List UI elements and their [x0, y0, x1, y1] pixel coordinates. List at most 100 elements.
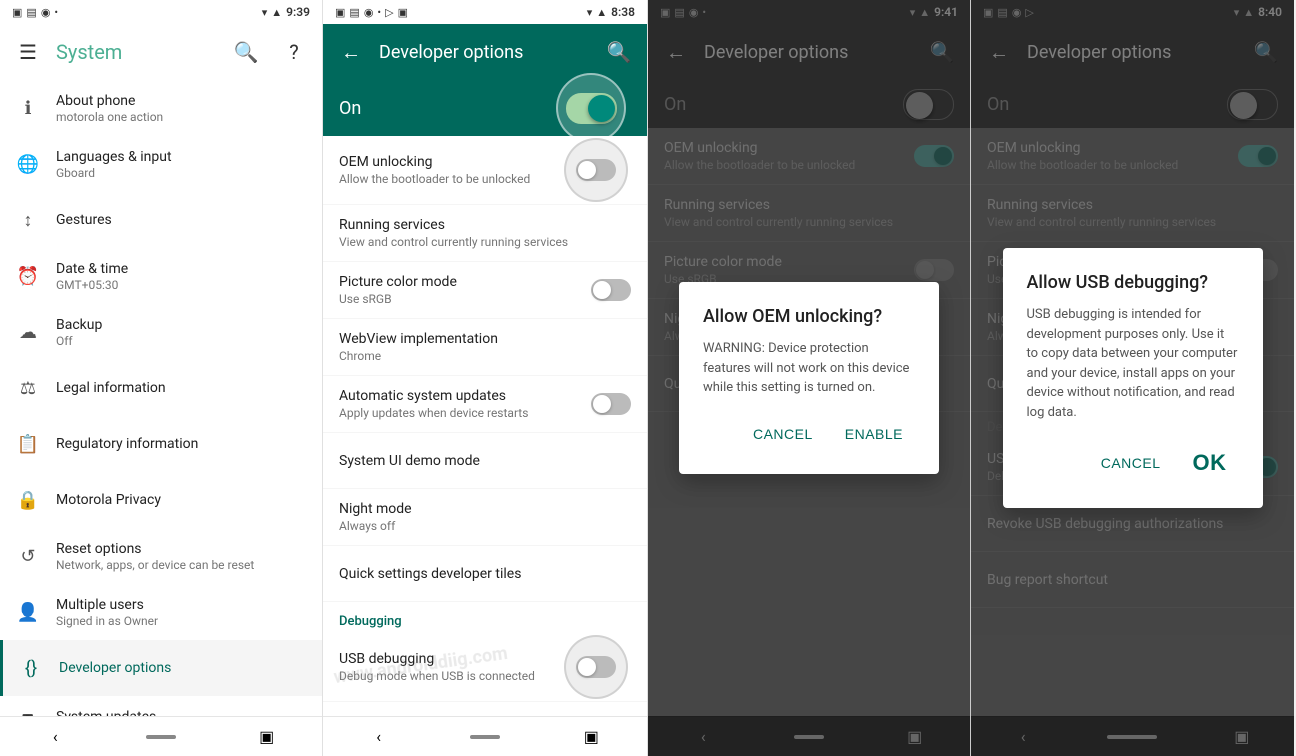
time-mid: 8:38	[611, 5, 635, 19]
debugging-section-header: Debugging	[323, 602, 647, 633]
system-icons-mid: ▾ ▲ 8:38	[587, 5, 635, 19]
sidebar-item-legal[interactable]: ⚖ Legal information	[0, 360, 322, 416]
gestures-icon: ↕	[16, 208, 40, 232]
sidebar-item-users[interactable]: 👤 Multiple users Signed in as Owner	[0, 584, 322, 640]
signal-icon: ▲	[271, 6, 282, 19]
usb-ok-button[interactable]: OK	[1181, 442, 1239, 484]
settings-quick-settings-tiles[interactable]: Quick settings developer tiles	[323, 546, 647, 602]
usb-debugging-dialog: Allow USB debugging? USB debugging is in…	[1003, 248, 1263, 508]
auto-updates-toggle[interactable]	[591, 393, 631, 415]
languages-icon: 🌐	[16, 152, 40, 176]
settings-night-mode[interactable]: Night mode Always off	[323, 489, 647, 546]
developer-title-mid: Developer options	[379, 42, 591, 63]
developer-options-panel-oem-dialog: ▣ ▤ ◉ • ▾ ▲ 9:41 ← Developer options 🔍 O…	[648, 0, 971, 756]
on-label: On	[339, 98, 551, 119]
developer-icon: {}	[19, 656, 43, 680]
oem-unlocking-toggle[interactable]	[576, 159, 616, 181]
notif-mid2: ▤	[349, 6, 359, 19]
time-left: 9:39	[286, 5, 310, 19]
notif-mid4: •	[377, 6, 381, 19]
regulatory-icon: 📋	[16, 432, 40, 456]
nav-bar-left: ‹ ▣	[0, 716, 322, 756]
settings-picture-color[interactable]: Picture color mode Use sRGB	[323, 262, 647, 319]
backup-icon: ☁	[16, 320, 40, 344]
on-toggle[interactable]	[566, 93, 617, 124]
status-bar-left: ▣ ▤ ◉ • ▾ ▲ 9:39	[0, 0, 322, 24]
usb-dialog-overlay: Allow USB debugging? USB debugging is in…	[971, 0, 1294, 756]
usb-dialog-actions: Cancel OK	[1027, 442, 1239, 484]
search-icon[interactable]: 🔍	[226, 32, 266, 72]
system-title: System	[56, 40, 218, 64]
back-icon-mid[interactable]: ←	[331, 32, 371, 72]
notif-icon4: •	[54, 6, 58, 19]
right-panels: ▣ ▤ ◉ • ▾ ▲ 9:41 ← Developer options 🔍 O…	[648, 0, 1296, 756]
home-indicator-mid[interactable]	[470, 735, 500, 739]
usb-debugging-toggle[interactable]	[576, 656, 616, 678]
sidebar-item-languages[interactable]: 🌐 Languages & input Gboard	[0, 136, 322, 192]
wifi-icon-mid: ▾	[587, 6, 593, 19]
sidebar-item-gestures[interactable]: ↕ Gestures	[0, 192, 322, 248]
legal-icon: ⚖	[16, 376, 40, 400]
settings-revoke-usb[interactable]: Revoke USB debugging authorizations	[323, 702, 647, 716]
on-toggle-row[interactable]: On	[323, 80, 647, 136]
home-indicator[interactable]	[146, 735, 176, 739]
menu-icon[interactable]: ☰	[8, 32, 48, 72]
sidebar-item-regulatory[interactable]: 📋 Regulatory information	[0, 416, 322, 472]
sidebar-item-updates[interactable]: 📱 System updates Updated to Android 9	[0, 696, 322, 716]
sidebar-item-datetime[interactable]: ⏰ Date & time GMT+05:30	[0, 248, 322, 304]
help-icon[interactable]: ?	[274, 32, 314, 72]
about-icon: ℹ	[16, 96, 40, 120]
settings-auto-updates[interactable]: Automatic system updates Apply updates w…	[323, 376, 647, 433]
oem-dialog-overlay: Allow OEM unlocking? WARNING: Device pro…	[648, 0, 970, 756]
picture-color-toggle[interactable]	[591, 279, 631, 301]
usb-dialog-title: Allow USB debugging?	[1027, 272, 1239, 293]
recents-btn[interactable]: ▣	[247, 722, 287, 752]
oem-dialog-actions: Cancel Enable	[703, 418, 915, 450]
nav-bar-mid: ‹ ▣	[323, 716, 647, 756]
oem-dialog-title: Allow OEM unlocking?	[703, 306, 915, 327]
notif-mid1: ▣	[335, 6, 345, 19]
search-icon-mid[interactable]: 🔍	[599, 32, 639, 72]
developer-settings-list: OEM unlocking Allow the bootloader to be…	[323, 136, 647, 716]
system-header: ☰ System 🔍 ?	[0, 24, 322, 80]
oem-dialog-body: WARNING: Device protection features will…	[703, 339, 915, 398]
notif-icon2: ▤	[26, 6, 36, 19]
sidebar-item-privacy[interactable]: 🔒 Motorola Privacy	[0, 472, 322, 528]
privacy-icon: 🔒	[16, 488, 40, 512]
developer-options-panel-usb-dialog: ▣ ▤ ◉ ▷ ▾ ▲ 8:40 ← Developer options 🔍 O…	[971, 0, 1294, 756]
oem-cancel-button[interactable]: Cancel	[741, 418, 825, 450]
settings-sidebar-list: ℹ About phone motorola one action 🌐 Lang…	[0, 80, 322, 716]
notif-mid5: ▷	[385, 6, 393, 19]
wifi-icon: ▾	[262, 6, 268, 19]
settings-webview[interactable]: WebView implementation Chrome	[323, 319, 647, 376]
notif-icon1: ▣	[12, 6, 22, 19]
back-btn-mid[interactable]: ‹	[359, 722, 399, 752]
signal-icon-mid: ▲	[596, 6, 607, 19]
sidebar-item-about[interactable]: ℹ About phone motorola one action	[0, 80, 322, 136]
settings-system-ui-demo[interactable]: System UI demo mode	[323, 433, 647, 489]
usb-dialog-body: USB debugging is intended for developmen…	[1027, 305, 1239, 422]
developer-options-panel: ▣ ▤ ◉ • ▷ ▣ ▾ ▲ 8:38 ← Developer options…	[323, 0, 648, 756]
sidebar-item-backup[interactable]: ☁ Backup Off	[0, 304, 322, 360]
notif-mid6: ▣	[398, 6, 408, 19]
sidebar-item-developer[interactable]: {} Developer options	[0, 640, 322, 696]
back-btn[interactable]: ‹	[35, 722, 75, 752]
clock-icon: ⏰	[16, 264, 40, 288]
oem-enable-button[interactable]: Enable	[833, 418, 915, 450]
system-settings-panel: ▣ ▤ ◉ • ▾ ▲ 9:39 ☰ System 🔍 ? ℹ About ph…	[0, 0, 323, 756]
recents-btn-mid[interactable]: ▣	[571, 722, 611, 752]
usb-cancel-button[interactable]: Cancel	[1089, 442, 1173, 484]
sidebar-item-reset[interactable]: ↺ Reset options Network, apps, or device…	[0, 528, 322, 584]
notification-icons: ▣ ▤ ◉ •	[12, 6, 58, 19]
oem-unlocking-dialog: Allow OEM unlocking? WARNING: Device pro…	[679, 282, 939, 474]
notif-icons-mid: ▣ ▤ ◉ • ▷ ▣	[335, 6, 408, 19]
system-icons-left: ▾ ▲ 9:39	[262, 5, 310, 19]
users-icon: 👤	[16, 600, 40, 624]
reset-icon: ↺	[16, 544, 40, 568]
settings-usb-debugging[interactable]: USB debugging Debug mode when USB is con…	[323, 633, 647, 702]
developer-header-mid: ← Developer options 🔍	[323, 24, 647, 80]
notif-icon3: ◉	[41, 6, 51, 19]
settings-running-services[interactable]: Running services View and control curren…	[323, 205, 647, 262]
notif-mid3: ◉	[364, 6, 374, 19]
settings-oem-unlocking[interactable]: OEM unlocking Allow the bootloader to be…	[323, 136, 647, 205]
